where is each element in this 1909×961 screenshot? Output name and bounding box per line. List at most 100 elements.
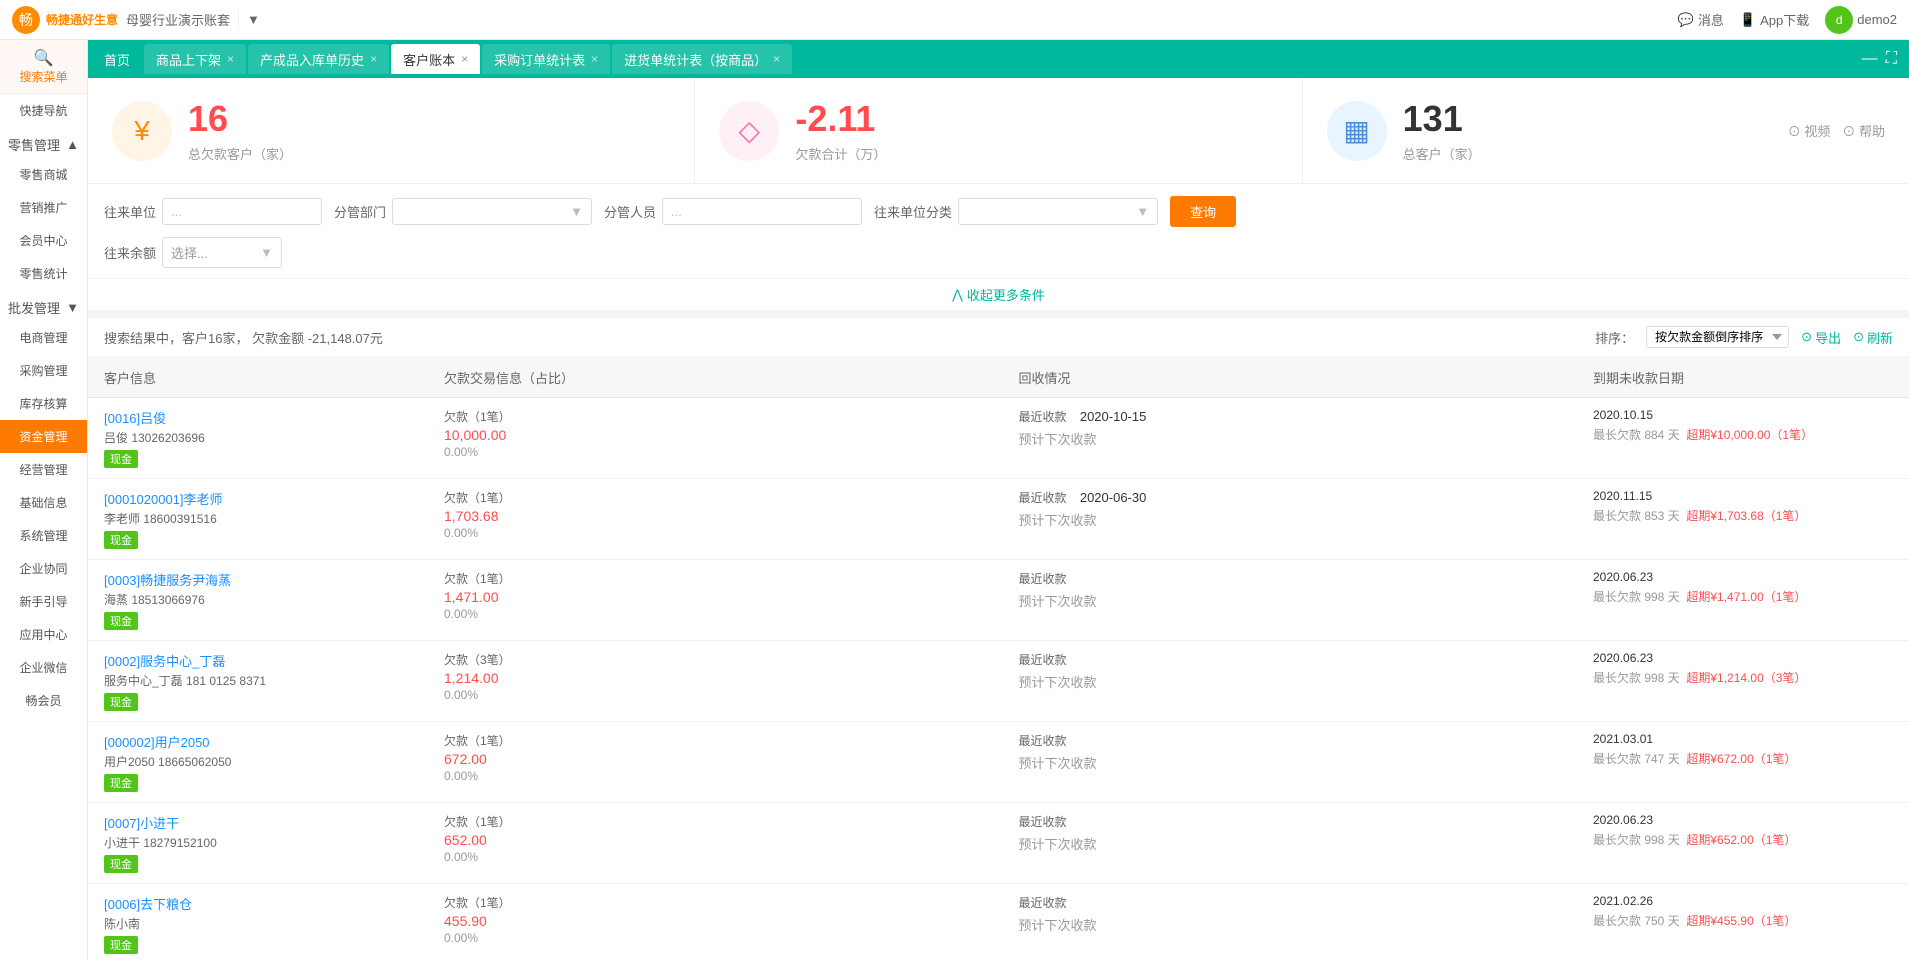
tab-home[interactable]: 首页	[92, 44, 142, 74]
search-button[interactable]: 查询	[1170, 196, 1236, 227]
overdue-amount-7[interactable]: 超期¥455.90（1笔）	[1686, 914, 1796, 928]
sidebar-item-basic-info[interactable]: 基础信息	[0, 486, 87, 519]
overdue-amount-2[interactable]: 超期¥1,703.68（1笔）	[1686, 509, 1806, 523]
card-top-actions: ⊙ 视频 ⊙ 帮助	[1788, 121, 1885, 140]
summary-card-debt-total: ◇ -2.11 欠款合计（万）	[695, 78, 1302, 183]
app-download-btn[interactable]: 📱 App下载	[1740, 10, 1809, 29]
tab-customer-account[interactable]: 客户账本 ×	[391, 44, 480, 74]
refresh-btn[interactable]: ⊙ 刷新	[1853, 328, 1893, 347]
data-table: 客户信息 欠款交易信息（占比） 回收情况 到期未收款日期 [0016]吕俊 吕俊…	[88, 358, 1909, 961]
customer-name-link-7[interactable]: [0006]去下粮仓	[104, 897, 192, 912]
unit-category-select[interactable]: ▼	[958, 198, 1158, 225]
tab-bar: 首页 商品上下架 × 产成品入库单历史 × 客户账本 × 采购订单统计表 ×	[88, 40, 1909, 78]
avatar: d	[1825, 6, 1853, 34]
customer-name-link-1[interactable]: [0016]吕俊	[104, 411, 166, 426]
system-name: 母婴行业演示账套	[118, 10, 239, 29]
overdue-amount-6[interactable]: 超期¥652.00（1笔）	[1686, 833, 1796, 847]
due-cell-3: 2020.06.23 最长欠款 998 天 超期¥1,471.00（1笔）	[1593, 570, 1893, 605]
sidebar-item-retail-mall[interactable]: 零售商城	[0, 158, 87, 191]
customer-name-link-4[interactable]: [0002]服务中心_丁磊	[104, 654, 225, 669]
overdue-amount-3[interactable]: 超期¥1,471.00（1笔）	[1686, 590, 1806, 604]
sidebar-item-new-guide[interactable]: 新手引导	[0, 585, 87, 618]
sidebar: 🔍 搜索菜单 快捷导航 零售管理▲ 零售商城 营销推广 会员中心 零售统计	[0, 40, 88, 961]
customer-name-link-5[interactable]: [000002]用户2050	[104, 735, 210, 750]
export-icon: ⊙	[1801, 329, 1812, 345]
filter-row-2: 往来余额 选择... ▼	[104, 237, 1893, 268]
sidebar-search[interactable]: 🔍 搜索菜单	[0, 40, 87, 94]
card-info-total: -2.11 欠款合计（万）	[795, 98, 1277, 163]
customer-name-link-2[interactable]: [0001020001]李老师	[104, 492, 223, 507]
export-btn[interactable]: ⊙ 导出	[1801, 328, 1841, 347]
video-btn[interactable]: ⊙ 视频	[1788, 121, 1831, 140]
results-bar: 搜索结果中，客户16家， 欠款金额 -21,148.07元 排序： 按欠款金额倒…	[88, 318, 1909, 356]
customer-tag-7: 现金	[104, 936, 138, 954]
tab-inbound-stats[interactable]: 进货单统计表（按商品） ×	[612, 44, 792, 74]
system-selector[interactable]: ▼	[239, 12, 268, 27]
overdue-amount-4[interactable]: 超期¥1,214.00（3笔）	[1686, 671, 1806, 685]
from-unit-input[interactable]: ...	[162, 198, 322, 225]
sidebar-item-enterprise-coop[interactable]: 企业协同	[0, 552, 87, 585]
customer-cell-5: [000002]用户2050 用户2050 18665062050 现金	[104, 732, 444, 792]
sidebar-item-system[interactable]: 系统管理	[0, 519, 87, 552]
collapse-filter-btn[interactable]: ⋀ 收起更多条件	[88, 278, 1909, 310]
sidebar-item-vip-member[interactable]: 畅会员	[0, 684, 87, 717]
tab-close-purchase-stats[interactable]: ×	[591, 52, 598, 66]
tab-close-goods-publish[interactable]: ×	[227, 52, 234, 66]
tab-maximize-btn[interactable]: ⛶	[1886, 50, 1897, 68]
debt-total-number: -2.11	[795, 98, 1277, 140]
sidebar-item-marketing[interactable]: 营销推广	[0, 191, 87, 224]
tab-minimize-btn[interactable]: —	[1862, 50, 1878, 68]
sidebar-item-finance[interactable]: 资金管理	[0, 420, 87, 453]
customer-name-link-3[interactable]: [0003]畅捷服务尹海蒸	[104, 573, 231, 588]
sidebar-item-quick-nav[interactable]: 快捷导航	[0, 94, 87, 127]
sidebar-item-member[interactable]: 会员中心	[0, 224, 87, 257]
refresh-icon: ⊙	[1853, 329, 1864, 345]
recovery-cell-4: 最近收款 预计下次收款	[1019, 651, 1594, 691]
tab-product-history[interactable]: 产成品入库单历史 ×	[248, 44, 389, 74]
customer-tag-1: 现金	[104, 450, 138, 468]
customer-tag-6: 现金	[104, 855, 138, 873]
sidebar-item-app-center[interactable]: 应用中心	[0, 618, 87, 651]
sidebar-item-retail-mgmt[interactable]: 零售管理▲	[0, 127, 87, 158]
tab-goods-publish[interactable]: 商品上下架 ×	[144, 44, 246, 74]
card-info-all: 131 总客户（家）	[1403, 98, 1772, 163]
due-cell-1: 2020.10.15 最长欠款 884 天 超期¥10,000.00（1笔）	[1593, 408, 1893, 443]
customer-name-link-6[interactable]: [0007]小进干	[104, 816, 179, 831]
sidebar-item-ecommerce[interactable]: 电商管理	[0, 321, 87, 354]
table-row: [000002]用户2050 用户2050 18665062050 现金 欠款（…	[88, 722, 1909, 803]
tab-purchase-stats[interactable]: 采购订单统计表 ×	[482, 44, 610, 74]
tab-close-customer-account[interactable]: ×	[461, 52, 468, 66]
balance-select[interactable]: 选择... ▼	[162, 237, 282, 268]
tab-close-product-history[interactable]: ×	[370, 52, 377, 66]
debt-cell-1: 欠款（1笔） 10,000.00 0.00%	[444, 408, 1019, 459]
overdue-amount-1[interactable]: 超期¥10,000.00（1笔）	[1686, 428, 1813, 442]
results-info: 搜索结果中，客户16家， 欠款金额 -21,148.07元	[104, 328, 383, 347]
overdue-amount-5[interactable]: 超期¥672.00（1笔）	[1686, 752, 1796, 766]
recovery-cell-2: 最近收款 2020-06-30 预计下次收款	[1019, 489, 1594, 529]
debt-customers-label: 总欠款客户（家）	[188, 144, 670, 163]
main-layout: 🔍 搜索菜单 快捷导航 零售管理▲ 零售商城 营销推广 会员中心 零售统计	[0, 40, 1909, 961]
debt-cell-7: 欠款（1笔） 455.90 0.00%	[444, 894, 1019, 945]
sidebar-item-retail-stat[interactable]: 零售统计	[0, 257, 87, 290]
due-cell-4: 2020.06.23 最长欠款 998 天 超期¥1,214.00（3笔）	[1593, 651, 1893, 686]
customer-phone-5: 用户2050 18665062050	[104, 753, 444, 770]
sidebar-item-operations[interactable]: 经营管理	[0, 453, 87, 486]
manager-input[interactable]: ...	[662, 198, 862, 225]
message-btn[interactable]: 💬 消息	[1678, 10, 1724, 29]
card-icon-debt: ¥	[112, 101, 172, 161]
sidebar-item-enterprise-wechat[interactable]: 企业微信	[0, 651, 87, 684]
summary-card-all-customers: ▦ 131 总客户（家） ⊙ 视频 ⊙ 帮助	[1303, 78, 1909, 183]
tab-close-inbound-stats[interactable]: ×	[773, 52, 780, 66]
sidebar-item-inventory[interactable]: 库存核算	[0, 387, 87, 420]
sidebar-item-batch-mgmt[interactable]: 批发管理▼	[0, 290, 87, 321]
sidebar-item-purchase[interactable]: 采购管理	[0, 354, 87, 387]
dept-select[interactable]: ▼	[392, 198, 592, 225]
user-profile[interactable]: d demo2	[1825, 6, 1897, 34]
help-btn[interactable]: ⊙ 帮助	[1842, 121, 1885, 140]
app-icon: 📱	[1740, 12, 1756, 28]
customer-cell-2: [0001020001]李老师 李老师 18600391516 现金	[104, 489, 444, 549]
customer-tag-5: 现金	[104, 774, 138, 792]
customer-cell-7: [0006]去下粮仓 陈小南 现金	[104, 894, 444, 954]
sort-select[interactable]: 按欠款金额倒序排序	[1646, 326, 1789, 348]
recovery-cell-3: 最近收款 预计下次收款	[1019, 570, 1594, 610]
